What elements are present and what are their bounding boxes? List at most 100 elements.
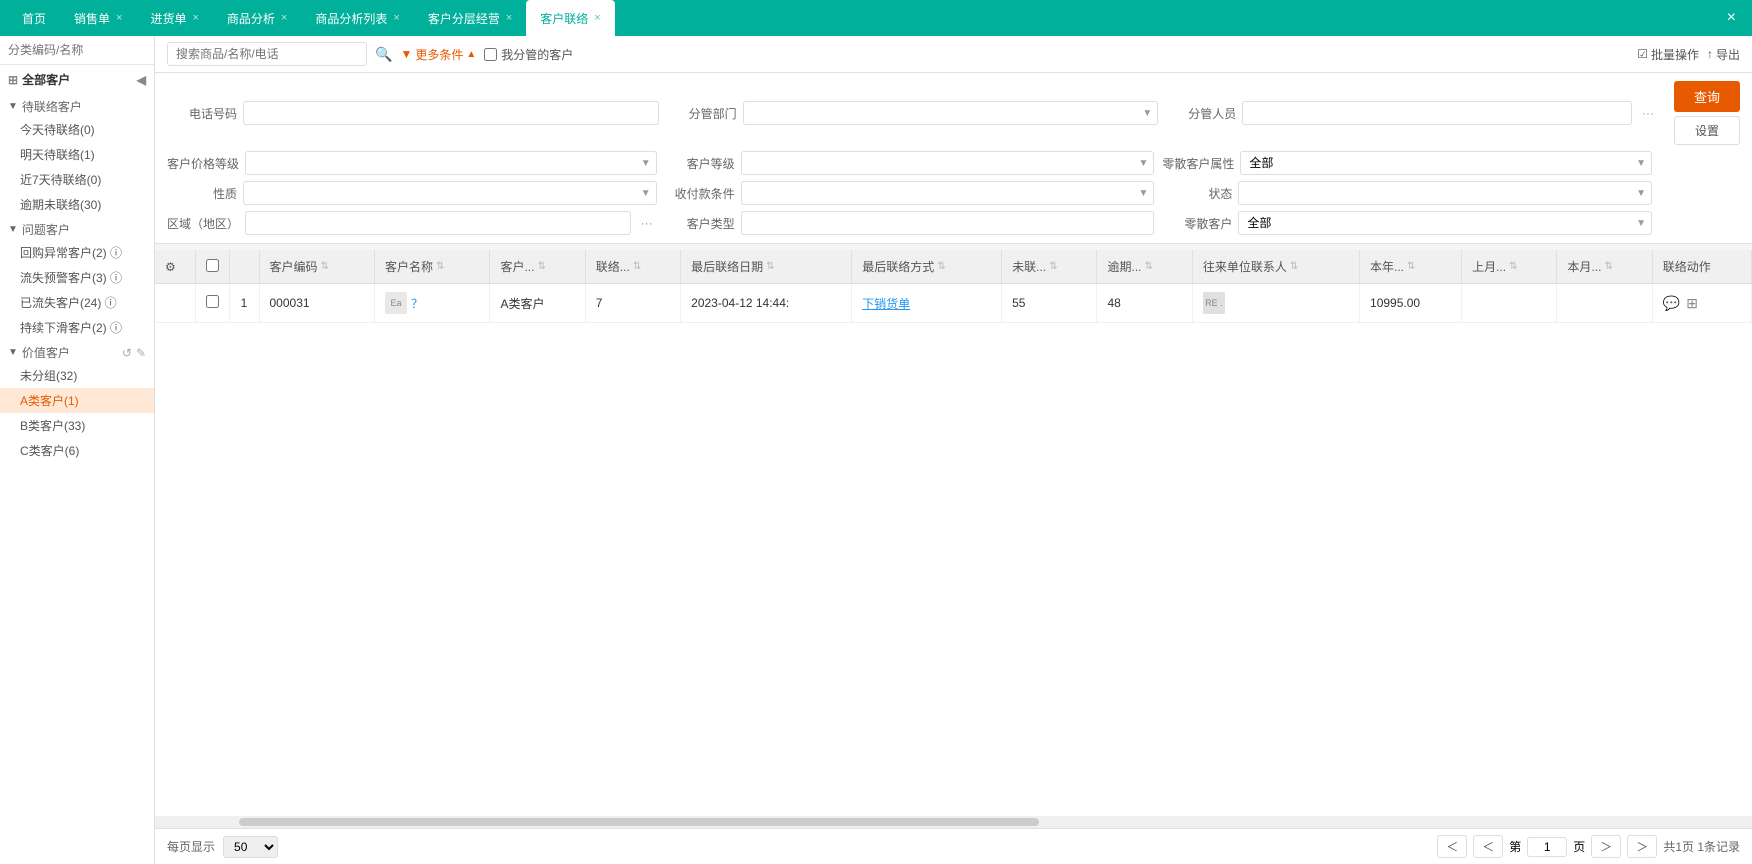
sidebar-item-today-contact[interactable]: 今天待联络(0) — [0, 117, 154, 142]
batch-operation-button[interactable]: ☑ 批量操作 — [1637, 46, 1699, 63]
nav-tab-sales[interactable]: 销售单× — [60, 0, 136, 36]
sidebar-item-b-class[interactable]: B类客户(33) — [0, 413, 154, 438]
sidebar-group-title-value-customers: 价值客户 — [22, 344, 70, 361]
checkbox-col-header[interactable] — [195, 250, 229, 284]
price-level-select[interactable] — [245, 151, 657, 175]
sidebar-item-c-class[interactable]: C类客户(6) — [0, 438, 154, 463]
main-search-input[interactable] — [167, 42, 367, 66]
prev-page-button[interactable]: ＜ — [1473, 835, 1503, 858]
horizontal-scrollbar[interactable] — [155, 816, 1752, 828]
sidebar-item-a-class[interactable]: A类客户(1) — [0, 388, 154, 413]
last-month-col-header[interactable]: 上月...⇅ — [1462, 250, 1557, 284]
sidebar-collapse-button[interactable]: ◀ — [137, 73, 146, 87]
nav-tab-close-purchase[interactable]: × — [192, 12, 198, 24]
nav-tab-close-analysis-list[interactable]: × — [393, 12, 399, 24]
row-checkbox-0[interactable] — [206, 295, 219, 308]
sidebar-item-unclassified[interactable]: 未分组(32) — [0, 363, 154, 388]
query-button[interactable]: 查询 — [1674, 81, 1740, 112]
sidebar-content: ▼待联络客户今天待联络(0)明天待联络(1)近7天待联络(0)逾期未联络(30)… — [0, 94, 154, 463]
customer-level-col-header[interactable]: 客户...⇅ — [490, 250, 585, 284]
customer-level-select[interactable] — [741, 151, 1155, 175]
chat-action-icon[interactable]: 💬 — [1663, 295, 1680, 312]
nav-tab-label-customer-segment: 客户分层经营 — [428, 10, 500, 27]
select-all-checkbox[interactable] — [206, 259, 219, 272]
nav-tab-customer-contact[interactable]: 客户联络× — [526, 0, 614, 36]
nav-tab-purchase[interactable]: 进货单× — [136, 0, 212, 36]
sidebar-search-input[interactable] — [8, 43, 155, 57]
status-select[interactable] — [1238, 181, 1652, 205]
contact-count-col-header[interactable]: 联络...⇅ — [585, 250, 680, 284]
last-contact-type-col-header[interactable]: 最后联络方式⇅ — [852, 250, 1002, 284]
no-contact-col-header[interactable]: 未联...⇅ — [1002, 250, 1097, 284]
nav-tab-analysis-list[interactable]: 商品分析列表× — [301, 0, 413, 36]
unit-contact-col-header[interactable]: 往来单位联系人⇅ — [1192, 250, 1359, 284]
sidebar-item-week-contact[interactable]: 近7天待联络(0) — [0, 167, 154, 192]
region-dots-icon[interactable]: ··· — [637, 216, 657, 230]
last-contact-date-col-header[interactable]: 最后联络日期⇅ — [681, 250, 852, 284]
sidebar: 🔍 ⊞ 全部客户 ◀ ▼待联络客户今天待联络(0)明天待联络(1)近7天待联络(… — [0, 36, 155, 864]
phone-input[interactable] — [243, 101, 659, 125]
close-all-button[interactable]: × — [1719, 9, 1744, 27]
row-last-contact-type-cell[interactable]: 下销货单 — [852, 284, 1002, 323]
settings-col-header[interactable]: ⚙ — [155, 250, 195, 284]
sidebar-item-declining-customers[interactable]: 持续下滑客户(2) ⓘ — [0, 315, 154, 340]
retail-attr-select[interactable]: 全部 — [1240, 151, 1652, 175]
sidebar-item-lost-customers[interactable]: 已流失客户(24) ⓘ — [0, 290, 154, 315]
current-year-col-header[interactable]: 本年...⇅ — [1360, 250, 1462, 284]
retail-attr-select-wrap: 全部 ▼ — [1240, 151, 1652, 175]
my-customers-checkbox[interactable] — [484, 48, 497, 61]
nav-tab-home[interactable]: 首页 — [8, 0, 60, 36]
sidebar-group-value-customers[interactable]: ▼价值客户↺✎ — [0, 340, 154, 363]
current-month-col-header[interactable]: 本月...⇅ — [1557, 250, 1652, 284]
nav-tab-analysis[interactable]: 商品分析× — [213, 0, 301, 36]
row-last-contact-date-cell: 2023-04-12 14:44: — [681, 284, 852, 323]
customer-code-col-header[interactable]: 客户编码⇅ — [259, 250, 374, 284]
page-number-input[interactable] — [1527, 837, 1567, 857]
region-label: 区域（地区） — [167, 215, 239, 232]
manager-dots-icon[interactable]: ··· — [1638, 106, 1658, 120]
sidebar-item-abnormal-repurchase[interactable]: 回购异常客户(2) ⓘ — [0, 240, 154, 265]
region-input[interactable] — [245, 211, 631, 235]
customer-name-text[interactable]: ？ — [411, 295, 423, 312]
row-checkbox-cell[interactable] — [195, 284, 229, 323]
main-layout: 🔍 ⊞ 全部客户 ◀ ▼待联络客户今天待联络(0)明天待联络(1)近7天待联络(… — [0, 36, 1752, 864]
per-page-select[interactable]: 50 20 100 — [223, 836, 278, 858]
dept-select[interactable] — [743, 101, 1159, 125]
payment-select[interactable] — [741, 181, 1155, 205]
nav-tab-customer-segment[interactable]: 客户分层经营 × — [414, 0, 526, 36]
all-customers-header[interactable]: ⊞ 全部客户 ◀ — [0, 65, 154, 94]
more-filters-button[interactable]: ▼ 更多条件 ▲ — [400, 46, 476, 63]
overdue-col-header[interactable]: 逾期...⇅ — [1097, 250, 1192, 284]
last-contact-type-link[interactable]: 下销货单 — [862, 297, 910, 311]
nav-tab-close-customer-segment[interactable]: × — [506, 12, 512, 24]
main-search-icon[interactable]: 🔍 — [375, 46, 392, 63]
sidebar-item-overdue-contact[interactable]: 逾期未联络(30) — [0, 192, 154, 217]
retail-customer-label: 零散客户 — [1162, 215, 1232, 232]
customer-name-col-header[interactable]: 客户名称⇅ — [374, 250, 489, 284]
payment-select-wrap: ▼ — [741, 181, 1155, 205]
nav-tab-close-analysis[interactable]: × — [281, 12, 287, 24]
next-page-button[interactable]: ＞ — [1591, 835, 1621, 858]
sidebar-group-problem-customers[interactable]: ▼问题客户 — [0, 217, 154, 240]
nav-tab-close-sales[interactable]: × — [116, 12, 122, 24]
export-button[interactable]: ↑ 导出 — [1707, 46, 1740, 63]
sidebar-item-loss-warning[interactable]: 流失预警客户(3) ⓘ — [0, 265, 154, 290]
row-overdue-cell: 48 — [1097, 284, 1192, 323]
customer-type-input[interactable] — [741, 211, 1155, 235]
sidebar-item-tomorrow-contact[interactable]: 明天待联络(1) — [0, 142, 154, 167]
advanced-filters: 电话号码 分管部门 ▼ 分管人员 ··· 查询 设置 — [155, 73, 1752, 244]
payment-field: 收付款条件 ▼ — [665, 181, 1155, 205]
manager-input[interactable] — [1242, 101, 1632, 125]
sidebar-group-pending-contact[interactable]: ▼待联络客户 — [0, 94, 154, 117]
settings-button[interactable]: 设置 — [1674, 116, 1740, 145]
nav-tab-close-customer-contact[interactable]: × — [594, 12, 600, 24]
scroll-thumb[interactable] — [239, 818, 1039, 826]
nature-select[interactable] — [243, 181, 657, 205]
edit-icon[interactable]: ✎ — [136, 346, 146, 360]
qr-action-icon[interactable]: ⊞ — [1686, 295, 1698, 312]
my-customers-filter[interactable]: 我分管的客户 — [484, 46, 573, 63]
first-page-button[interactable]: ＜ — [1437, 835, 1467, 858]
refresh-icon[interactable]: ↺ — [122, 346, 132, 360]
retail-customer-select[interactable]: 全部 — [1238, 211, 1652, 235]
last-page-button[interactable]: ＞ — [1627, 835, 1657, 858]
